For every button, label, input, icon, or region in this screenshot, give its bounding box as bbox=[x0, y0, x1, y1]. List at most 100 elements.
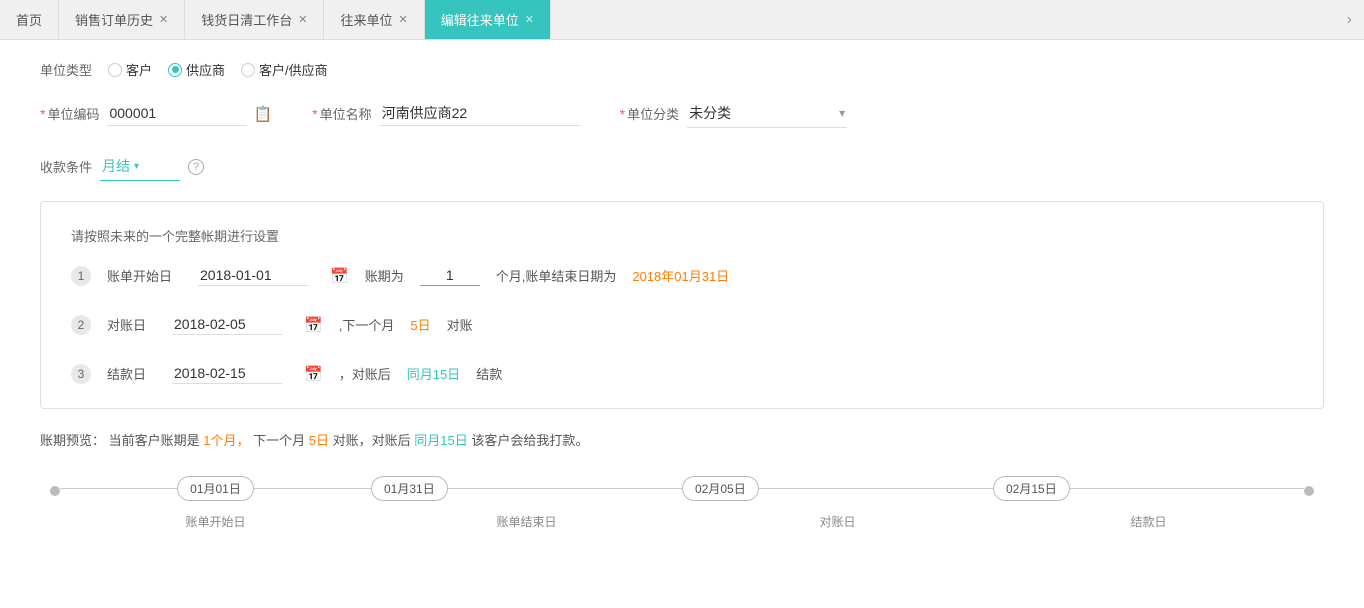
timeline-label-2: 账单结束日 bbox=[496, 513, 556, 530]
radio-supplier-circle bbox=[168, 63, 182, 77]
panel-title: 请按照未来的一个完整帐期进行设置 bbox=[71, 226, 1293, 245]
period-payment-highlight: 同月15日 bbox=[407, 364, 460, 383]
tab-sales-history[interactable]: 销售订单历史 ✕ bbox=[59, 0, 185, 39]
timeline-line-1b bbox=[254, 488, 371, 489]
radio-both[interactable]: 客户/供应商 bbox=[241, 60, 328, 79]
preview-text-1: 当前客户账期是 bbox=[109, 433, 200, 448]
radio-customer-label: 客户 bbox=[126, 60, 152, 79]
period-row-2: 2 对账日 📅 ,下一个月 5日 对账 bbox=[71, 314, 1293, 335]
period-num-3: 3 bbox=[71, 364, 91, 384]
tab-edit-partner-close[interactable]: ✕ bbox=[525, 13, 534, 26]
unit-code-picker-icon[interactable]: 📋 bbox=[253, 105, 272, 123]
help-icon[interactable]: ? bbox=[188, 159, 204, 175]
payment-condition-select[interactable]: 月结 ▾ bbox=[100, 152, 180, 181]
timeline-segment-2: 01月31日 bbox=[371, 476, 682, 501]
period-payment-suffix: 结款 bbox=[476, 364, 502, 383]
tab-home[interactable]: 首页 bbox=[0, 0, 59, 39]
period-start-date-input[interactable] bbox=[198, 265, 308, 286]
tab-partner-units-close[interactable]: ✕ bbox=[399, 13, 408, 26]
timeline-labels-row: 账单开始日 账单结束日 对账日 结款日 bbox=[50, 507, 1314, 530]
unit-code-input[interactable] bbox=[107, 101, 247, 126]
timeline-label-1: 账单开始日 bbox=[185, 513, 245, 530]
period-start-calendar-icon[interactable]: 📅 bbox=[330, 267, 349, 285]
timeline-right-dot bbox=[1304, 486, 1314, 496]
radio-supplier[interactable]: 供应商 bbox=[168, 60, 225, 79]
period-start-label: 账单开始日 bbox=[107, 266, 172, 285]
timeline-label-4-wrapper: 结款日 bbox=[993, 507, 1304, 530]
tab-edit-partner-label: 编辑往来单位 bbox=[441, 10, 519, 29]
period-reconcile-calendar-icon[interactable]: 📅 bbox=[304, 316, 323, 334]
timeline-line-3 bbox=[759, 488, 993, 489]
radio-customer[interactable]: 客户 bbox=[108, 60, 152, 79]
preview-section: 账期预览： 当前客户账期是 1个月， 下一个月 5日 对账，对账后 同月15日 … bbox=[40, 429, 1324, 530]
tab-partner-units[interactable]: 往来单位 ✕ bbox=[324, 0, 424, 39]
preview-highlight-1: 1个月， bbox=[203, 433, 249, 448]
timeline-line-1 bbox=[60, 488, 177, 489]
payment-condition-value: 月结 bbox=[102, 156, 130, 176]
period-reconcile-date-input[interactable] bbox=[172, 314, 282, 335]
unit-code-label: 单位编码 bbox=[47, 104, 99, 123]
tab-bar: 首页 销售订单历史 ✕ 钱货日清工作台 ✕ 往来单位 ✕ 编辑往来单位 ✕ › bbox=[0, 0, 1364, 40]
timeline-node-4: 02月15日 bbox=[993, 476, 1070, 501]
unit-code-star: * bbox=[40, 106, 45, 122]
preview-highlight-3: 同月15日 bbox=[414, 433, 467, 448]
unit-type-label: 单位类型 bbox=[40, 60, 92, 79]
timeline-badge-3: 02月05日 bbox=[682, 476, 759, 501]
radio-group-unit-type: 客户 供应商 客户/供应商 bbox=[108, 60, 328, 79]
preview-text-2: 下一个月 bbox=[253, 433, 305, 448]
unit-name-group: * 单位名称 bbox=[312, 101, 579, 126]
timeline-node-3: 02月05日 bbox=[682, 476, 759, 501]
radio-both-label: 客户/供应商 bbox=[259, 60, 328, 79]
period-payment-calendar-icon[interactable]: 📅 bbox=[304, 365, 323, 383]
preview-text-4: 该客户会给我打款。 bbox=[471, 433, 588, 448]
timeline-segment-4: 02月15日 bbox=[993, 476, 1304, 501]
tab-cashier-workbench-label: 钱货日清工作台 bbox=[201, 10, 292, 29]
tab-edit-partner[interactable]: 编辑往来单位 ✕ bbox=[425, 0, 551, 39]
timeline-line-4 bbox=[1070, 488, 1304, 489]
tab-cashier-workbench-close[interactable]: ✕ bbox=[298, 13, 307, 26]
preview-text-3: 对账，对账后 bbox=[333, 433, 411, 448]
unit-category-value: 未分类 bbox=[689, 103, 731, 123]
period-reconcile-highlight: 5日 bbox=[410, 315, 430, 334]
unit-name-star: * bbox=[312, 106, 317, 122]
period-month-input[interactable] bbox=[420, 265, 480, 286]
period-settings-panel: 请按照未来的一个完整帐期进行设置 1 账单开始日 📅 账期为 个月,账单结束日期… bbox=[40, 201, 1324, 409]
radio-customer-circle bbox=[108, 63, 122, 77]
timeline-node-2: 01月31日 bbox=[371, 476, 448, 501]
payment-condition-row: 收款条件 月结 ▾ ? bbox=[40, 152, 1324, 181]
unit-name-input[interactable] bbox=[380, 101, 580, 126]
unit-code-group: * 单位编码 📋 bbox=[40, 101, 272, 126]
preview-highlight-2: 5日 bbox=[309, 433, 329, 448]
tab-home-label: 首页 bbox=[16, 10, 42, 29]
radio-both-circle bbox=[241, 63, 255, 77]
period-reconcile-prefix: ,下一个月 bbox=[339, 315, 395, 334]
unit-info-row: * 单位编码 📋 * 单位名称 * 单位分类 未分类 ▾ bbox=[40, 99, 1324, 128]
unit-name-label: 单位名称 bbox=[320, 104, 372, 123]
period-start-suffix1: 账期为 bbox=[365, 266, 404, 285]
tab-cashier-workbench[interactable]: 钱货日清工作台 ✕ bbox=[185, 0, 324, 39]
timeline-segment-3: 02月05日 bbox=[682, 476, 993, 501]
unit-category-group: * 单位分类 未分类 ▾ bbox=[620, 99, 847, 128]
period-payment-date-input[interactable] bbox=[172, 363, 282, 384]
timeline-label-3: 对账日 bbox=[819, 513, 855, 530]
period-num-1: 1 bbox=[71, 266, 91, 286]
tab-sales-history-label: 销售订单历史 bbox=[75, 10, 153, 29]
unit-category-star: * bbox=[620, 106, 625, 122]
period-row-1: 1 账单开始日 📅 账期为 个月,账单结束日期为 2018年01月31日 bbox=[71, 265, 1293, 286]
period-end-date-value: 2018年01月31日 bbox=[632, 266, 729, 285]
period-reconcile-suffix: 对账 bbox=[447, 315, 473, 334]
unit-category-select[interactable]: 未分类 ▾ bbox=[687, 99, 847, 128]
tab-partner-units-label: 往来单位 bbox=[340, 10, 392, 29]
timeline-container: 01月01日 01月31日 02月05日 bbox=[50, 476, 1314, 501]
main-content: 单位类型 客户 供应商 客户/供应商 * 单位编码 📋 * 单位名称 bbox=[0, 40, 1364, 608]
timeline-label-2-wrapper: 账单结束日 bbox=[371, 507, 682, 530]
timeline-label-1-wrapper: 账单开始日 bbox=[60, 507, 371, 530]
unit-type-row: 单位类型 客户 供应商 客户/供应商 bbox=[40, 60, 1324, 79]
period-payment-prefix: ，对账后 bbox=[339, 364, 391, 383]
timeline-start-dot bbox=[50, 486, 60, 496]
timeline-badge-4: 02月15日 bbox=[993, 476, 1070, 501]
tab-sales-history-close[interactable]: ✕ bbox=[159, 13, 168, 26]
expand-tabs-button[interactable]: › bbox=[1335, 0, 1364, 39]
unit-category-chevron-icon: ▾ bbox=[839, 106, 845, 120]
period-num-2: 2 bbox=[71, 315, 91, 335]
